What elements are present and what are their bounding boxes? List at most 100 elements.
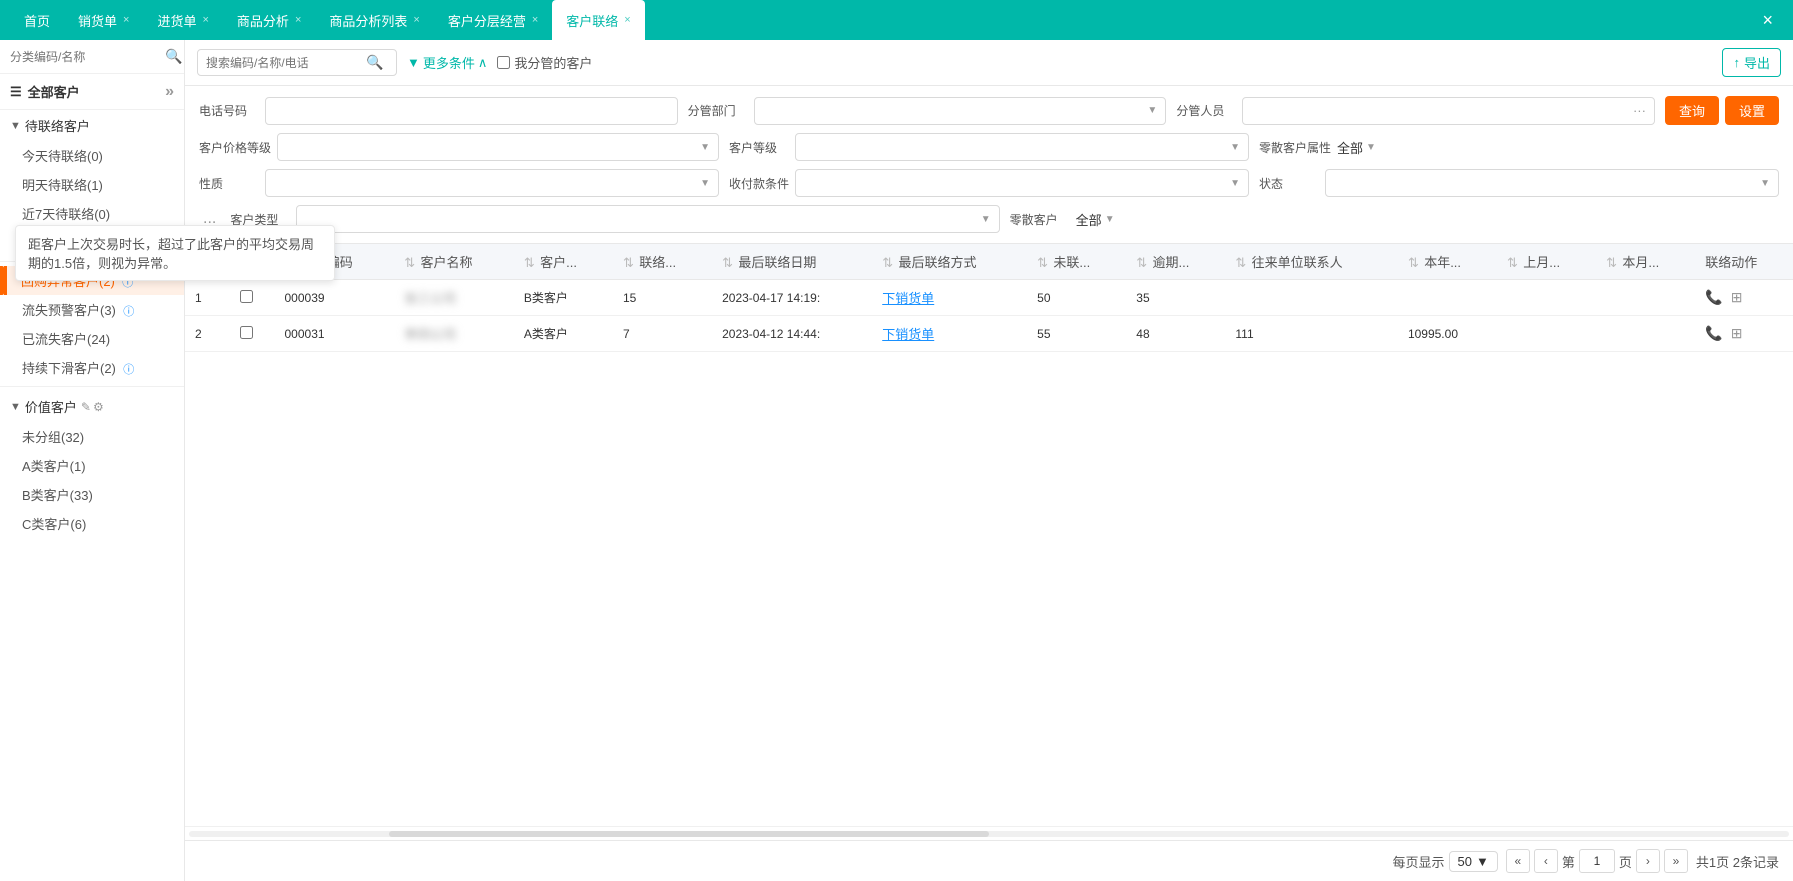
data-table-container: 序 ⇅ 客户编码 ⇅ 客户名称 ⇅ — [185, 244, 1793, 826]
customer-type-select[interactable]: ▼ — [296, 205, 999, 233]
horizontal-scrollbar[interactable] — [185, 826, 1793, 840]
nav-home[interactable]: 首页 — [10, 0, 64, 40]
col-overdue-sort-icon[interactable]: ⇅ — [1136, 255, 1147, 270]
main-search-icon[interactable]: 🔍 — [366, 54, 383, 71]
sidebar-item-class-a[interactable]: A类客户(1) — [0, 451, 184, 480]
row-checkbox-2[interactable] — [240, 326, 253, 339]
cell-method-2: 下销货单 — [872, 316, 1027, 352]
contact-method-link-2[interactable]: 下销货单 — [882, 327, 934, 342]
col-contact-sort-icon[interactable]: ⇅ — [623, 255, 634, 270]
settings-button[interactable]: 设置 — [1725, 96, 1779, 125]
value-customers-group[interactable]: ▼ 价值客户 ✎ ⚙ — [0, 391, 184, 422]
close-customer-tier-icon[interactable]: × — [532, 14, 538, 26]
close-customer-contact-icon[interactable]: × — [624, 14, 630, 26]
value-group-settings-icon[interactable]: ⚙ — [93, 400, 104, 414]
retail-customer-select[interactable]: 全部 ▼ — [1076, 210, 1115, 229]
col-unlink-sort-icon[interactable]: ⇅ — [1037, 255, 1048, 270]
nav-product-analysis[interactable]: 商品分析 × — [223, 0, 315, 40]
export-button[interactable]: ↑ 导出 — [1722, 48, 1781, 77]
nav-customer-contact[interactable]: 客户联络 × — [552, 0, 644, 40]
close-product-analysis-list-icon[interactable]: × — [413, 14, 419, 26]
sidebar-item-7day-pending[interactable]: 近7天待联络(0) — [0, 199, 184, 228]
sidebar-item-class-b[interactable]: B类客户(33) — [0, 480, 184, 509]
filter-retail-customer: 零散客户 全部 ▼ — [1010, 210, 1779, 229]
nav-purchase-order[interactable]: 进货单 × — [143, 0, 222, 40]
prev-page-button[interactable]: ‹ — [1534, 849, 1558, 873]
price-level-select[interactable]: ▼ — [277, 133, 719, 161]
page-number-input[interactable] — [1579, 849, 1615, 873]
window-close-icon[interactable]: × — [1752, 10, 1783, 31]
col-lmonth-sort-icon[interactable]: ⇅ — [1507, 255, 1518, 270]
info-icon-declining[interactable]: ⓘ — [123, 364, 134, 376]
phone-action-icon-1[interactable]: 📞 — [1705, 289, 1722, 306]
query-button[interactable]: 查询 — [1665, 96, 1719, 125]
last-page-button[interactable]: » — [1664, 849, 1688, 873]
first-page-button[interactable]: « — [1506, 849, 1530, 873]
col-actions: 联络动作 — [1695, 244, 1793, 280]
cell-checkbox-2 — [230, 316, 275, 352]
my-customers-checkbox[interactable] — [497, 56, 510, 69]
filter-payment: 收付款条件 ▼ — [729, 169, 1249, 197]
page-size-dropdown[interactable]: 50 ▼ — [1449, 851, 1498, 872]
content-area: 🔍 ▼ 更多条件 ∧ 我分管的客户 ↑ 导出 — [185, 40, 1793, 881]
sidebar-collapse-icon[interactable]: » — [165, 83, 174, 101]
col-last-contact-date: ⇅ 最后联络日期 — [712, 244, 872, 280]
close-purchase-order-icon[interactable]: × — [202, 14, 208, 26]
col-tmonth-sort-icon[interactable]: ⇅ — [1606, 255, 1617, 270]
cell-contacts-1 — [1225, 280, 1398, 316]
cell-overdue-2: 48 — [1126, 316, 1225, 352]
cell-year-1 — [1398, 280, 1497, 316]
phone-action-icon-2[interactable]: 📞 — [1705, 325, 1722, 342]
sidebar-item-churned[interactable]: 已流失客户(24) — [0, 324, 184, 353]
payment-select[interactable]: ▼ — [795, 169, 1249, 197]
filter-expand-icon: ∧ — [478, 55, 488, 71]
main-layout: 🔍 ☰ 全部客户 » ▼ 待联络客户 今天待联络(0) 明天待联络(1) 近7天… — [0, 40, 1793, 881]
next-page-button[interactable]: › — [1636, 849, 1660, 873]
dept-select[interactable]: ▼ — [754, 97, 1167, 125]
filter-retail-attr: 零散客户属性 全部 ▼ — [1259, 138, 1779, 157]
sidebar-search-icon[interactable]: 🔍 — [165, 48, 182, 65]
category-search-input[interactable] — [10, 50, 165, 64]
table-row: 1 000039 张三公司 B类客户 15 2023-04-17 14:19: … — [185, 280, 1793, 316]
cell-year-2: 10995.00 — [1398, 316, 1497, 352]
phone-input[interactable] — [265, 97, 678, 125]
nav-sales-order[interactable]: 销货单 × — [64, 0, 143, 40]
sidebar-item-declining[interactable]: 持续下滑客户(2) ⓘ — [0, 353, 184, 382]
status-select[interactable]: ▼ — [1325, 169, 1779, 197]
gender-select[interactable]: ▼ — [265, 169, 719, 197]
filter-icon: ▼ — [407, 55, 420, 70]
more-filters-button[interactable]: ▼ 更多条件 ∧ — [407, 53, 487, 72]
close-sales-order-icon[interactable]: × — [123, 14, 129, 26]
col-date-sort-icon[interactable]: ⇅ — [722, 255, 733, 270]
more-action-icon-1[interactable]: ⊞ — [1731, 289, 1743, 306]
sidebar-item-ungrouped[interactable]: 未分组(32) — [0, 422, 184, 451]
sidebar-item-tomorrow-pending[interactable]: 明天待联络(1) — [0, 170, 184, 199]
col-method-sort-icon[interactable]: ⇅ — [882, 255, 893, 270]
cell-actions-2: 📞 ⊞ — [1695, 316, 1793, 352]
nav-customer-tier[interactable]: 客户分层经营 × — [434, 0, 552, 40]
col-year-sort-icon[interactable]: ⇅ — [1408, 255, 1419, 270]
value-group-edit-icon[interactable]: ✎ — [81, 400, 91, 414]
sidebar-item-churn-warning[interactable]: 流失预警客户(3) ⓘ — [0, 295, 184, 324]
scroll-thumb[interactable] — [389, 831, 989, 837]
col-contacts-sort-icon[interactable]: ⇅ — [1235, 255, 1246, 270]
filter-dept: 分管部门 ▼ — [688, 97, 1167, 125]
info-icon-churn[interactable]: ⓘ — [123, 306, 134, 318]
cell-contacts-2: 111 — [1225, 316, 1398, 352]
customer-level-select[interactable]: ▼ — [795, 133, 1249, 161]
main-search-input[interactable] — [206, 56, 366, 70]
row-checkbox-1[interactable] — [240, 290, 253, 303]
sidebar-item-class-c[interactable]: C类客户(6) — [0, 509, 184, 538]
cell-name-2: 李四公司 — [394, 316, 514, 352]
sidebar-item-today-pending[interactable]: 今天待联络(0) — [0, 141, 184, 170]
retail-attr-select[interactable]: 全部 ▼ — [1337, 138, 1376, 157]
cell-checkbox-1 — [230, 280, 275, 316]
col-name-sort-icon[interactable]: ⇅ — [404, 255, 415, 270]
nav-product-analysis-list[interactable]: 商品分析列表 × — [315, 0, 433, 40]
more-action-icon-2[interactable]: ⊞ — [1731, 325, 1743, 342]
contact-method-link-1[interactable]: 下销货单 — [882, 291, 934, 306]
pending-contact-group[interactable]: ▼ 待联络客户 — [0, 110, 184, 141]
col-type-sort-icon[interactable]: ⇅ — [524, 255, 535, 270]
person-select[interactable]: ··· — [1242, 97, 1655, 125]
close-product-analysis-icon[interactable]: × — [295, 14, 301, 26]
